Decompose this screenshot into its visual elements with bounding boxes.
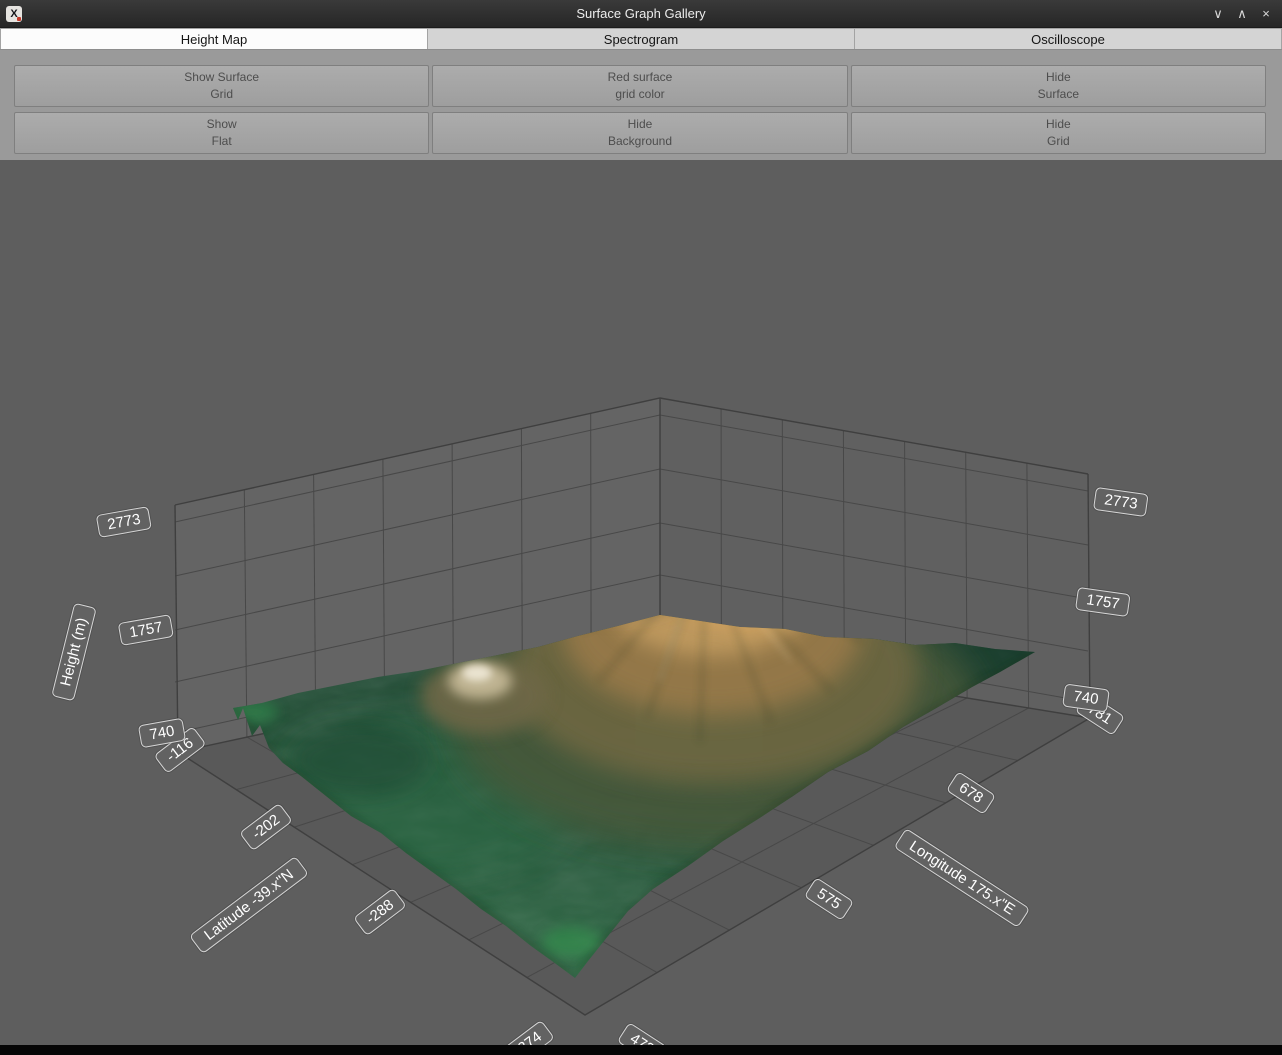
- button-label-line2: Surface: [1038, 86, 1079, 103]
- hide-grid-button[interactable]: Hide Grid: [851, 112, 1266, 154]
- hide-surface-button[interactable]: Hide Surface: [851, 65, 1266, 107]
- taskbar-strip: [0, 1045, 1282, 1055]
- button-label-line1: Hide: [628, 116, 653, 133]
- show-surface-grid-button[interactable]: Show Surface Grid: [14, 65, 429, 107]
- height-map-panel: Show Surface Grid Red surface grid color…: [0, 50, 1282, 1045]
- button-label-line1: Show Surface: [184, 69, 259, 86]
- button-label-line1: Show: [207, 116, 237, 133]
- button-label-line1: Red surface: [608, 69, 673, 86]
- tab-height-map[interactable]: Height Map: [0, 28, 428, 49]
- titlebar[interactable]: X Surface Graph Gallery ∨ ∧ ×: [0, 0, 1282, 28]
- toolbar: Show Surface Grid Red surface grid color…: [14, 65, 1266, 154]
- button-label-line2: Flat: [212, 133, 232, 150]
- shade-button[interactable]: ∨: [1206, 0, 1230, 28]
- surface-plot-viewport[interactable]: 2773 1757 -116 740 -202 -288 -374 781 74…: [0, 160, 1282, 1045]
- button-label-line2: grid color: [615, 86, 664, 103]
- tab-oscilloscope[interactable]: Oscilloscope: [855, 28, 1282, 49]
- button-label-line2: Background: [608, 133, 672, 150]
- hide-background-button[interactable]: Hide Background: [432, 112, 847, 154]
- button-label-line2: Grid: [1047, 133, 1070, 150]
- tab-spectrogram[interactable]: Spectrogram: [428, 28, 855, 49]
- tab-bar: Height Map Spectrogram Oscilloscope: [0, 28, 1282, 50]
- show-flat-button[interactable]: Show Flat: [14, 112, 429, 154]
- button-label-line2: Grid: [210, 86, 233, 103]
- window-controls: ∨ ∧ ×: [1206, 0, 1278, 28]
- red-surface-grid-color-button[interactable]: Red surface grid color: [432, 65, 847, 107]
- button-label-line1: Hide: [1046, 69, 1071, 86]
- app-window: X Surface Graph Gallery ∨ ∧ × Height Map…: [0, 0, 1282, 1055]
- button-label-line1: Hide: [1046, 116, 1071, 133]
- close-button[interactable]: ×: [1254, 0, 1278, 28]
- maximize-button[interactable]: ∧: [1230, 0, 1254, 28]
- window-title: Surface Graph Gallery: [0, 6, 1282, 21]
